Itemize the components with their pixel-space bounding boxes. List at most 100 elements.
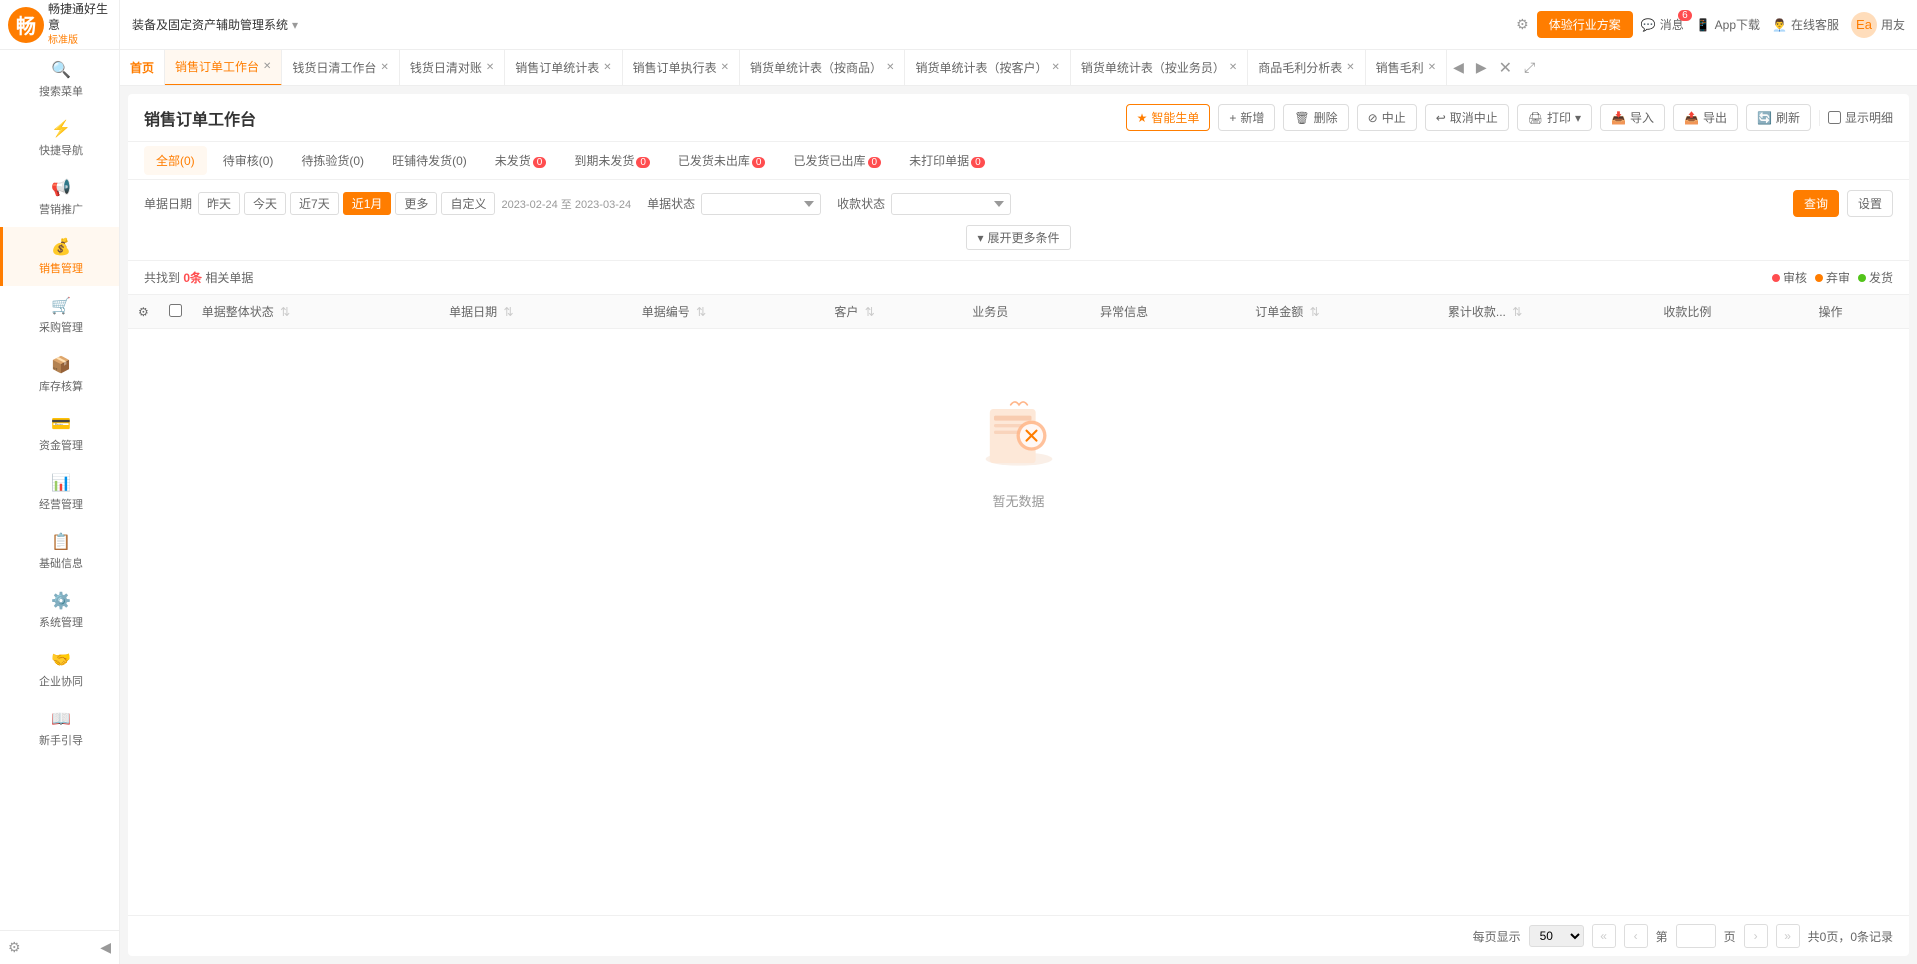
tab-sales-stats-salesperson[interactable]: 销货单统计表（按业务员） ✕: [1071, 50, 1248, 86]
batch-ship-btn[interactable]: 发货: [1858, 269, 1893, 286]
expand-filter-btn[interactable]: ▾ 展开更多条件: [966, 225, 1070, 250]
sub-tab-not-printed[interactable]: 未打印单据0: [897, 146, 997, 175]
delete-btn[interactable]: 🗑 删除: [1283, 104, 1348, 131]
tab-close-icon[interactable]: ✕: [886, 62, 894, 73]
status-select[interactable]: [701, 193, 821, 215]
tab-close-icon[interactable]: ✕: [603, 62, 611, 73]
tab-close-icon[interactable]: ✕: [1051, 62, 1059, 73]
app-download-action[interactable]: 📱 App下载: [1696, 16, 1760, 33]
message-action[interactable]: 💬 消息 6: [1641, 16, 1684, 33]
date-btn-custom[interactable]: 自定义: [441, 192, 495, 215]
table-scroll[interactable]: ⚙ 单据整体状态 ⇅ 单据日期 ⇅ 单据编号: [128, 294, 1909, 915]
industry-btn[interactable]: 体验行业方案: [1537, 11, 1633, 38]
sub-tab-shipped-not-out[interactable]: 已发货未出库0: [666, 146, 778, 175]
add-btn[interactable]: + 新增: [1218, 104, 1275, 131]
col-anomaly[interactable]: 异常信息: [1090, 295, 1245, 329]
sidebar-item-sales[interactable]: 💰 销售管理: [0, 227, 119, 286]
date-btn-more[interactable]: 更多: [395, 192, 437, 215]
sub-tab-pending-pick[interactable]: 待拣验货(0): [289, 146, 376, 175]
table-settings-col[interactable]: ⚙: [128, 295, 159, 329]
prev-page-btn[interactable]: ‹: [1624, 924, 1648, 948]
sidebar-nav: 🔍 搜索菜单 ⚡ 快捷导航 📢 营销推广 💰 销售管理 🛒 采购管理 📦 库存核…: [0, 50, 119, 930]
tabs-close-all-btn[interactable]: ✕: [1493, 50, 1518, 86]
tabs-maximize-btn[interactable]: ⤢: [1518, 50, 1541, 86]
sub-tab-pending-review[interactable]: 待审核(0): [211, 146, 286, 175]
sidebar-item-operation[interactable]: 📊 经营管理: [0, 463, 119, 522]
table-checkbox-col[interactable]: [159, 295, 192, 329]
tab-sales-stats-customer[interactable]: 销货单统计表（按客户） ✕: [905, 50, 1070, 86]
sidebar-item-search[interactable]: 🔍 搜索菜单: [0, 50, 119, 109]
col-doc-num[interactable]: 单据编号 ⇅: [632, 295, 825, 329]
tabs-prev-btn[interactable]: ◀: [1447, 50, 1470, 86]
export-btn[interactable]: 📤 导出: [1673, 104, 1738, 131]
show-detail-input[interactable]: [1828, 111, 1841, 124]
online-service-action[interactable]: 👨‍💼 在线客服: [1772, 16, 1839, 33]
sub-tab-overdue-not-shipped[interactable]: 到期未发货0: [562, 146, 662, 175]
sub-tab-wangpu-pending[interactable]: 旺铺待发货(0): [380, 146, 479, 175]
system-title-dropdown[interactable]: 装备及固定资产辅助管理系统 ▾: [132, 16, 298, 33]
user-action[interactable]: Ea 用友: [1851, 12, 1905, 38]
batch-review-btn[interactable]: 审核: [1772, 269, 1807, 286]
next-page-btn[interactable]: ›: [1744, 924, 1768, 948]
show-detail-checkbox[interactable]: 显示明细: [1828, 109, 1893, 126]
tab-close-icon[interactable]: ✕: [486, 62, 494, 73]
settings-icon[interactable]: ⚙: [1516, 16, 1529, 33]
print-btn[interactable]: 🖨 打印 ▾: [1517, 104, 1592, 131]
sidebar-item-finance[interactable]: 💳 资金管理: [0, 404, 119, 463]
tab-close-icon[interactable]: ✕: [263, 61, 271, 72]
smart-generate-btn[interactable]: ★ 智能生单: [1126, 104, 1211, 131]
tabs-next-btn[interactable]: ▶: [1470, 50, 1493, 86]
collapse-icon[interactable]: ◀: [100, 939, 111, 956]
sub-tab-shipped-out[interactable]: 已发货已出库0: [781, 146, 893, 175]
tab-sales-order-workbench[interactable]: 销售订单工作台 ✕: [165, 50, 282, 86]
status-filter: 单据状态: [647, 193, 821, 215]
sidebar-item-guide[interactable]: 📖 新手引导: [0, 699, 119, 758]
date-btn-yesterday[interactable]: 昨天: [198, 192, 240, 215]
batch-cancel-review-btn[interactable]: 弃审: [1815, 269, 1850, 286]
select-all-checkbox[interactable]: [169, 304, 182, 317]
tab-gross-profit[interactable]: 商品毛利分析表 ✕: [1248, 50, 1365, 86]
cancel-stop-btn[interactable]: ↩ 取消中止: [1425, 104, 1509, 131]
stop-btn[interactable]: ⊘ 中止: [1357, 104, 1417, 131]
refresh-btn[interactable]: 🔄 刷新: [1746, 104, 1811, 131]
tab-home[interactable]: 首页: [120, 50, 165, 86]
settings-filter-btn[interactable]: 设置: [1847, 190, 1893, 217]
sub-tab-all[interactable]: 全部(0): [144, 146, 207, 175]
search-btn[interactable]: 查询: [1793, 190, 1839, 217]
sub-tab-not-shipped[interactable]: 未发货0: [483, 146, 559, 175]
date-btn-7days[interactable]: 近7天: [290, 192, 339, 215]
tab-sales-order-exec[interactable]: 销售订单执行表 ✕: [623, 50, 740, 86]
sidebar-item-inventory[interactable]: 📦 库存核算: [0, 345, 119, 404]
date-btn-1month[interactable]: 近1月: [343, 192, 392, 215]
tab-cash-reconcile[interactable]: 钱货日清对账 ✕: [400, 50, 505, 86]
date-btn-today[interactable]: 今天: [244, 192, 286, 215]
sidebar-item-enterprise[interactable]: 🤝 企业协同: [0, 640, 119, 699]
page-input[interactable]: 1: [1676, 924, 1716, 948]
tab-close-icon[interactable]: ✕: [1428, 62, 1436, 73]
tab-sales-gross[interactable]: 销售毛利 ✕: [1366, 50, 1447, 86]
col-doc-date[interactable]: 单据日期 ⇅: [439, 295, 632, 329]
tab-sales-order-stats[interactable]: 销售订单统计表 ✕: [505, 50, 622, 86]
tab-close-icon[interactable]: ✕: [1229, 62, 1237, 73]
first-page-btn[interactable]: «: [1592, 924, 1616, 948]
tab-close-icon[interactable]: ✕: [1346, 62, 1354, 73]
sidebar-item-system[interactable]: ⚙️ 系统管理: [0, 581, 119, 640]
import-btn[interactable]: 📥 导入: [1600, 104, 1665, 131]
payment-select[interactable]: [891, 193, 1011, 215]
tab-close-icon[interactable]: ✕: [380, 62, 388, 73]
tab-close-icon[interactable]: ✕: [721, 62, 729, 73]
col-salesperson[interactable]: 业务员: [962, 295, 1090, 329]
tab-sales-stats-product[interactable]: 销货单统计表（按商品） ✕: [740, 50, 905, 86]
col-cumulative-payment[interactable]: 累计收款... ⇅: [1438, 295, 1653, 329]
col-customer[interactable]: 客户 ⇅: [824, 295, 962, 329]
sidebar-item-marketing[interactable]: 📢 营销推广: [0, 168, 119, 227]
sidebar-item-quick-nav[interactable]: ⚡ 快捷导航: [0, 109, 119, 168]
last-page-btn[interactable]: »: [1776, 924, 1800, 948]
per-page-select[interactable]: 10 20 50 100: [1529, 925, 1584, 947]
sidebar-item-basic-info[interactable]: 📋 基础信息: [0, 522, 119, 581]
col-doc-status[interactable]: 单据整体状态 ⇅: [192, 295, 439, 329]
tab-cash-clear-workbench[interactable]: 钱货日清工作台 ✕: [282, 50, 399, 86]
sidebar-item-purchase[interactable]: 🛒 采购管理: [0, 286, 119, 345]
col-order-amount[interactable]: 订单金额 ⇅: [1245, 295, 1438, 329]
settings-bottom-icon[interactable]: ⚙: [8, 939, 21, 956]
